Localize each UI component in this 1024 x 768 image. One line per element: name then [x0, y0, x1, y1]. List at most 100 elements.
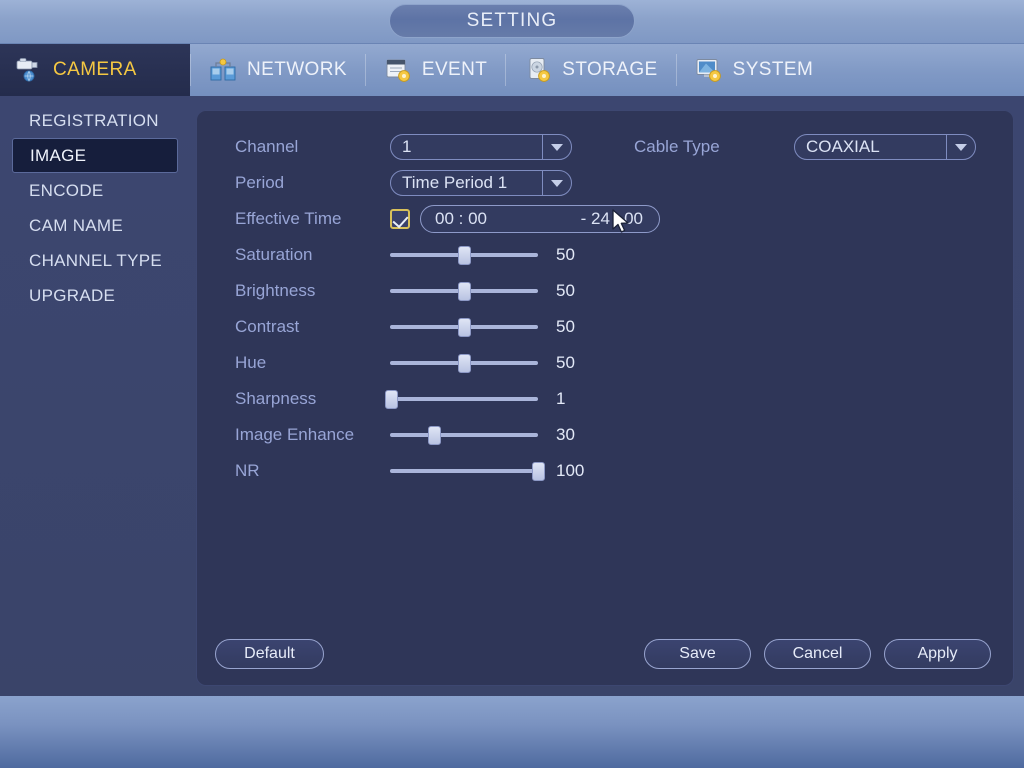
form-right-column: Cable Type COAXIAL	[634, 129, 976, 165]
slider-track	[390, 433, 538, 437]
network-icon	[210, 58, 236, 81]
system-icon	[696, 59, 721, 82]
sidebar-item-label: UPGRADE	[29, 285, 116, 305]
sidebar-item-cam-name[interactable]: CAM NAME	[12, 208, 178, 243]
hue-value: 50	[556, 353, 575, 372]
slider-track	[390, 469, 538, 473]
hue-label: Hue	[235, 353, 267, 372]
tab-label: STORAGE	[562, 59, 658, 80]
effective-time-range-input[interactable]: 00 : 00 - 24 : 00	[420, 205, 660, 233]
cable-type-row: Cable Type COAXIAL	[634, 129, 976, 165]
sharpness-row: Sharpness 1	[235, 381, 660, 417]
saturation-label: Saturation	[235, 245, 313, 264]
contrast-slider[interactable]	[390, 317, 538, 337]
hue-row: Hue 50	[235, 345, 660, 381]
sidebar-item-upgrade[interactable]: UPGRADE	[12, 278, 178, 313]
tab-storage[interactable]: STORAGE	[505, 44, 675, 96]
cable-type-select[interactable]: COAXIAL	[794, 134, 976, 160]
sharpness-value: 1	[556, 389, 566, 408]
image-settings-panel: Channel 1 Period Time Period 1 Effective…	[196, 110, 1014, 686]
brightness-label: Brightness	[235, 281, 316, 300]
sidebar-item-label: IMAGE	[30, 145, 87, 165]
slider-thumb[interactable]	[458, 318, 471, 337]
sidebar-item-label: REGISTRATION	[29, 110, 159, 130]
nr-slider[interactable]	[390, 461, 545, 481]
title-bar: SETTING	[0, 0, 1024, 44]
sharpness-label: Sharpness	[235, 389, 317, 408]
image-enhance-label: Image Enhance	[235, 425, 355, 444]
chevron-down-icon[interactable]	[542, 135, 571, 159]
slider-thumb[interactable]	[458, 282, 471, 301]
image-enhance-slider[interactable]	[390, 425, 538, 445]
nr-value: 100	[556, 461, 585, 480]
page-title: SETTING	[466, 10, 558, 31]
period-row: Period Time Period 1	[235, 165, 660, 201]
contrast-value: 50	[556, 317, 575, 336]
sidebar: REGISTRATION IMAGE ENCODE CAM NAME CHANN…	[0, 96, 190, 696]
contrast-row: Contrast 50	[235, 309, 660, 345]
sidebar-item-image[interactable]: IMAGE	[12, 138, 178, 173]
tab-network[interactable]: NETWORK	[190, 44, 365, 96]
slider-thumb[interactable]	[458, 354, 471, 373]
tab-label: SYSTEM	[732, 59, 814, 80]
effective-time-checkbox[interactable]	[390, 209, 410, 229]
slider-thumb[interactable]	[458, 246, 471, 265]
sidebar-item-registration[interactable]: REGISTRATION	[12, 103, 178, 138]
sharpness-slider[interactable]	[385, 389, 538, 409]
window-title-pill: SETTING	[389, 4, 635, 38]
slider-thumb[interactable]	[532, 462, 545, 481]
effective-time-label: Effective Time	[235, 209, 342, 228]
sidebar-item-encode[interactable]: ENCODE	[12, 173, 178, 208]
effective-time-separator: -	[580, 209, 587, 228]
channel-value: 1	[402, 137, 412, 156]
main-tab-bar: CAMERA NETWORK EVENT STORAGE SYSTEM	[0, 44, 1024, 96]
tab-label: CAMERA	[53, 59, 137, 80]
saturation-value: 50	[556, 245, 575, 264]
tab-camera[interactable]: CAMERA	[0, 44, 190, 96]
save-button[interactable]: Save	[644, 639, 751, 669]
tab-system[interactable]: SYSTEM	[675, 44, 832, 96]
camera-icon	[16, 58, 38, 82]
channel-label: Channel	[235, 137, 299, 156]
apply-button[interactable]: Apply	[884, 639, 991, 669]
channel-select[interactable]: 1	[390, 134, 572, 160]
cable-type-label: Cable Type	[634, 137, 720, 156]
brightness-slider[interactable]	[390, 281, 538, 301]
tab-event[interactable]: EVENT	[364, 44, 505, 96]
form-left-column: Channel 1 Period Time Period 1 Effective…	[235, 129, 660, 489]
sidebar-item-label: ENCODE	[29, 180, 104, 200]
sidebar-item-channel-type[interactable]: CHANNEL TYPE	[12, 243, 178, 278]
tab-label: NETWORK	[247, 59, 347, 80]
saturation-row: Saturation 50	[235, 237, 660, 273]
effective-time-end: 24 : 00	[591, 209, 643, 228]
slider-thumb[interactable]	[385, 390, 399, 409]
cable-type-value: COAXIAL	[806, 137, 880, 156]
sidebar-item-label: CHANNEL TYPE	[29, 250, 163, 270]
default-button[interactable]: Default	[215, 639, 324, 669]
chevron-down-icon[interactable]	[946, 135, 975, 159]
nr-row: NR 100	[235, 453, 660, 489]
desktop-footer	[0, 696, 1024, 768]
brightness-row: Brightness 50	[235, 273, 660, 309]
contrast-label: Contrast	[235, 317, 300, 336]
period-value: Time Period 1	[402, 173, 508, 192]
effective-time-end-group: - 24 : 00	[581, 209, 643, 229]
channel-row: Channel 1	[235, 129, 660, 165]
tab-label: EVENT	[421, 59, 488, 80]
event-icon	[386, 59, 410, 82]
nr-label: NR	[235, 461, 260, 480]
cancel-button[interactable]: Cancel	[764, 639, 871, 669]
period-label: Period	[235, 173, 285, 192]
slider-track	[390, 397, 538, 401]
period-select[interactable]: Time Period 1	[390, 170, 572, 196]
chevron-down-icon[interactable]	[542, 171, 571, 195]
storage-icon	[529, 58, 551, 82]
brightness-value: 50	[556, 281, 575, 300]
setting-window: SETTING CAMERA NETWORK EVENT STORAGE SYS…	[0, 0, 1024, 768]
saturation-slider[interactable]	[390, 245, 538, 265]
hue-slider[interactable]	[390, 353, 538, 373]
action-button-group: Save Cancel Apply	[644, 639, 991, 669]
effective-time-start: 00 : 00	[435, 209, 487, 228]
slider-thumb[interactable]	[428, 426, 442, 445]
content-area: Channel 1 Period Time Period 1 Effective…	[190, 96, 1024, 696]
